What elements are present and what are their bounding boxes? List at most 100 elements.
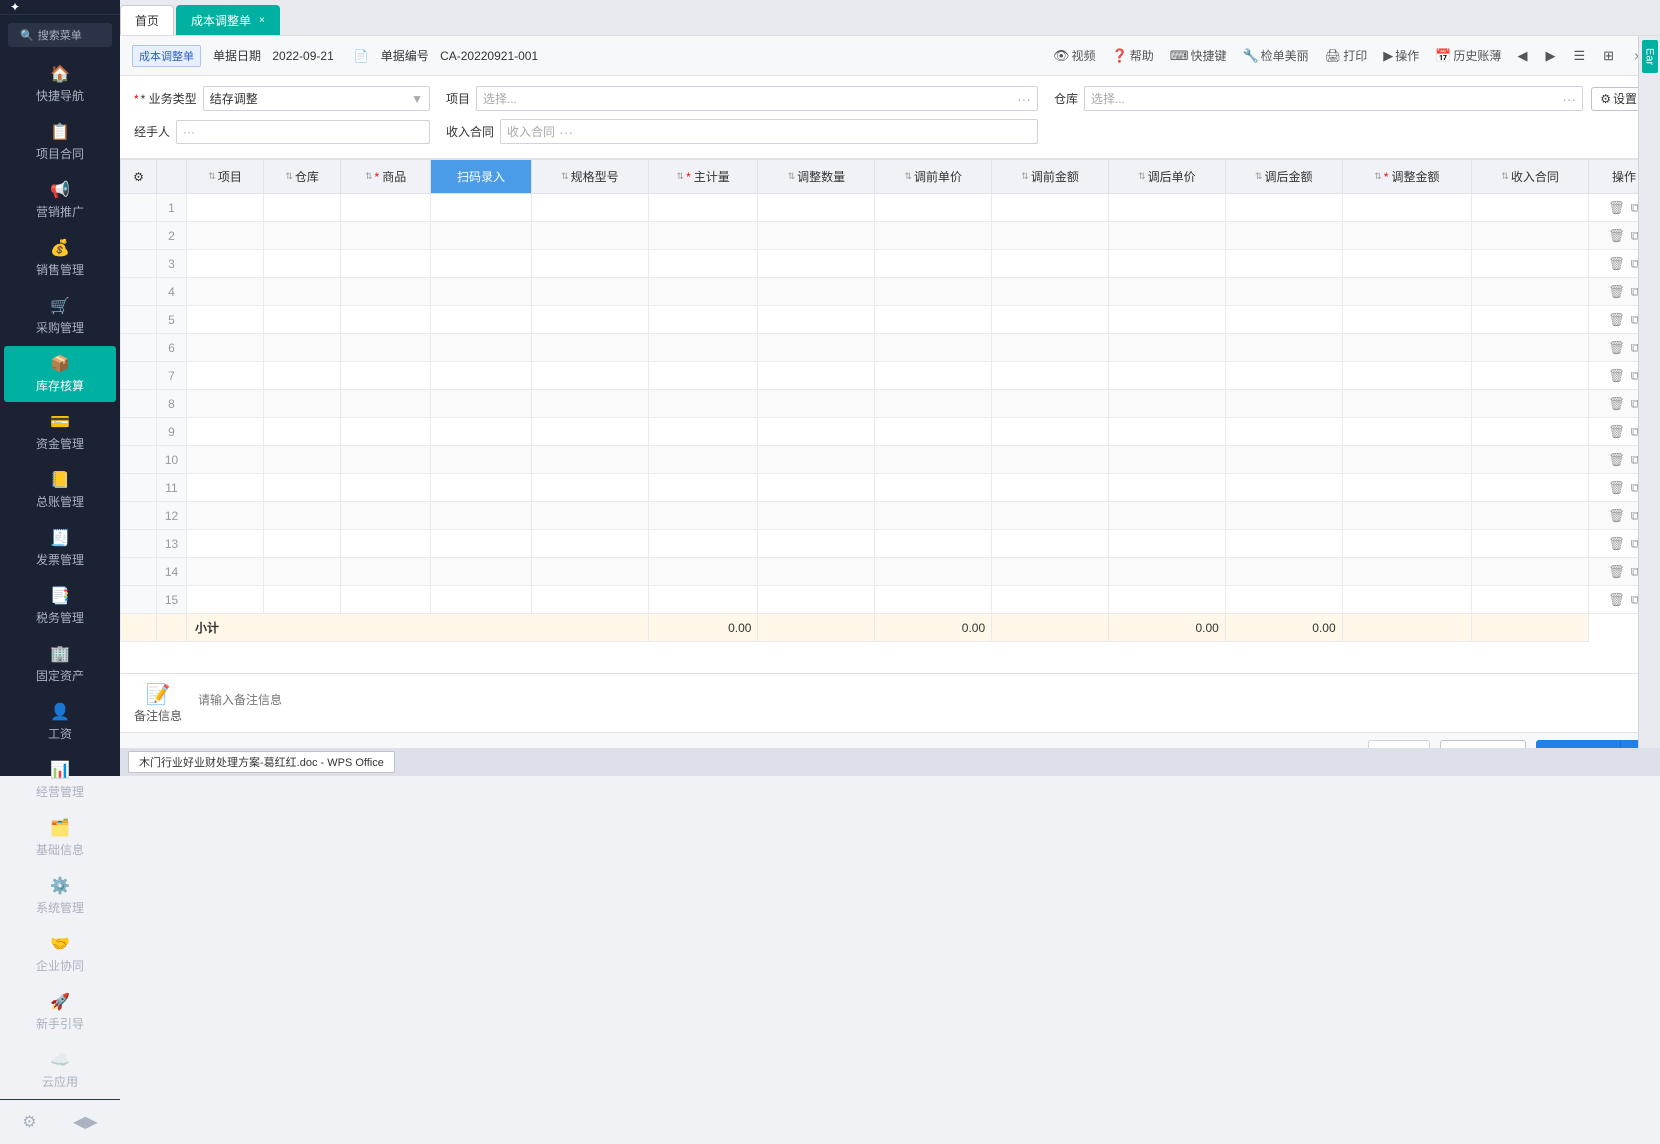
row-data-cell[interactable] (1472, 390, 1589, 418)
table-row[interactable]: 5 🗑 ⧉ (121, 306, 1660, 334)
row-data-cell[interactable] (1108, 586, 1225, 614)
row-data-cell[interactable] (1108, 306, 1225, 334)
row-data-cell[interactable] (1225, 306, 1342, 334)
row-data-cell[interactable] (187, 362, 264, 390)
row-data-cell[interactable] (875, 586, 992, 614)
taskbar-item-wps[interactable]: 木门行业好业财处理方案-葛红红.doc - WPS Office (128, 751, 395, 773)
row-data-cell[interactable] (992, 250, 1109, 278)
row-data-cell[interactable] (341, 586, 431, 614)
row-data-cell[interactable] (1342, 222, 1472, 250)
row-data-cell[interactable] (264, 278, 341, 306)
handler-input[interactable]: ··· (176, 120, 430, 144)
row-data-cell[interactable] (1108, 446, 1225, 474)
row-data-cell[interactable] (1225, 250, 1342, 278)
row-data-cell[interactable] (264, 558, 341, 586)
row-data-cell[interactable] (1472, 222, 1589, 250)
col-scan[interactable]: 扫码录入 (430, 160, 531, 194)
sidebar-item-ledger[interactable]: 📒 总账管理 (4, 462, 116, 518)
row-data-cell[interactable] (1342, 306, 1472, 334)
row-delete-btn[interactable]: 🗑 (1607, 339, 1626, 357)
row-data-cell[interactable] (1225, 222, 1342, 250)
row-data-cell[interactable] (532, 502, 649, 530)
row-data-cell[interactable] (758, 474, 875, 502)
sidebar-item-purchase[interactable]: 🛒 采购管理 (4, 288, 116, 344)
row-delete-btn[interactable]: 🗑 (1607, 507, 1626, 525)
sidebar-item-quick-nav[interactable]: 🏠 快捷导航 (4, 56, 116, 112)
row-data-cell[interactable] (341, 194, 431, 222)
row-delete-btn[interactable]: 🗑 (1607, 255, 1626, 273)
right-sidebar-ear-btn[interactable]: Ear (1642, 40, 1658, 73)
row-data-cell[interactable] (532, 558, 649, 586)
row-data-cell[interactable] (187, 502, 264, 530)
sidebar-item-sales[interactable]: 💰 销售管理 (4, 230, 116, 286)
row-data-cell[interactable] (187, 558, 264, 586)
row-data-cell[interactable] (264, 362, 341, 390)
table-row[interactable]: 14 🗑 ⧉ (121, 558, 1660, 586)
sidebar-item-guide[interactable]: 🚀 新手引导 (4, 984, 116, 1040)
row-data-cell[interactable] (430, 250, 531, 278)
view-btn[interactable]: 👁 视频 (1049, 45, 1100, 66)
sidebar-item-assets[interactable]: 🏢 固定资产 (4, 636, 116, 692)
row-data-cell[interactable] (648, 334, 758, 362)
row-data-cell[interactable] (187, 418, 264, 446)
row-data-cell[interactable] (341, 558, 431, 586)
row-data-cell[interactable] (187, 306, 264, 334)
table-row[interactable]: 6 🗑 ⧉ (121, 334, 1660, 362)
row-data-cell[interactable] (341, 278, 431, 306)
row-data-cell[interactable] (875, 222, 992, 250)
row-data-cell[interactable] (992, 194, 1109, 222)
row-data-cell[interactable] (1108, 474, 1225, 502)
sidebar-item-operations[interactable]: 📊 经营管理 (4, 752, 116, 808)
row-data-cell[interactable] (1225, 418, 1342, 446)
table-row[interactable]: 12 🗑 ⧉ (121, 502, 1660, 530)
row-delete-btn[interactable]: 🗑 (1607, 423, 1626, 441)
income-contract-dots-icon[interactable]: ··· (559, 124, 573, 140)
help-btn[interactable]: ❓ 帮助 (1108, 45, 1158, 66)
row-data-cell[interactable] (1225, 390, 1342, 418)
row-data-cell[interactable] (1108, 250, 1225, 278)
row-data-cell[interactable] (758, 446, 875, 474)
toggle-sidebar-btn[interactable]: ◀▶ (69, 1108, 102, 1136)
col-settings[interactable]: ⚙ (121, 160, 157, 194)
row-data-cell[interactable] (758, 306, 875, 334)
row-data-cell[interactable] (264, 194, 341, 222)
row-data-cell[interactable] (532, 334, 649, 362)
row-data-cell[interactable] (1108, 278, 1225, 306)
row-data-cell[interactable] (1472, 250, 1589, 278)
row-data-cell[interactable] (758, 558, 875, 586)
row-data-cell[interactable] (187, 334, 264, 362)
row-data-cell[interactable] (264, 418, 341, 446)
row-delete-btn[interactable]: 🗑 (1607, 479, 1626, 497)
row-data-cell[interactable] (648, 390, 758, 418)
row-data-cell[interactable] (187, 530, 264, 558)
row-data-cell[interactable] (341, 502, 431, 530)
row-data-cell[interactable] (1342, 530, 1472, 558)
row-data-cell[interactable] (1108, 418, 1225, 446)
row-delete-btn[interactable]: 🗑 (1607, 451, 1626, 469)
row-data-cell[interactable] (430, 474, 531, 502)
table-row[interactable]: 7 🗑 ⧉ (121, 362, 1660, 390)
row-data-cell[interactable] (430, 334, 531, 362)
row-delete-btn[interactable]: 🗑 (1607, 563, 1626, 581)
row-data-cell[interactable] (875, 418, 992, 446)
row-data-cell[interactable] (648, 362, 758, 390)
row-data-cell[interactable] (1342, 278, 1472, 306)
row-data-cell[interactable] (992, 558, 1109, 586)
table-row[interactable]: 1 🗑 ⧉ (121, 194, 1660, 222)
project-dots-icon[interactable]: ··· (1017, 91, 1031, 107)
row-data-cell[interactable] (992, 502, 1109, 530)
row-data-cell[interactable] (532, 418, 649, 446)
row-data-cell[interactable] (875, 194, 992, 222)
row-data-cell[interactable] (1342, 334, 1472, 362)
row-data-cell[interactable] (1225, 446, 1342, 474)
warehouse-dots-icon[interactable]: ··· (1562, 91, 1576, 107)
row-data-cell[interactable] (648, 586, 758, 614)
row-data-cell[interactable] (875, 334, 992, 362)
row-data-cell[interactable] (430, 530, 531, 558)
row-data-cell[interactable] (532, 446, 649, 474)
row-data-cell[interactable] (532, 222, 649, 250)
row-data-cell[interactable] (430, 446, 531, 474)
check-repair-btn[interactable]: 🔧 检单美丽 (1238, 45, 1312, 66)
row-data-cell[interactable] (648, 558, 758, 586)
row-delete-btn[interactable]: 🗑 (1607, 283, 1626, 301)
